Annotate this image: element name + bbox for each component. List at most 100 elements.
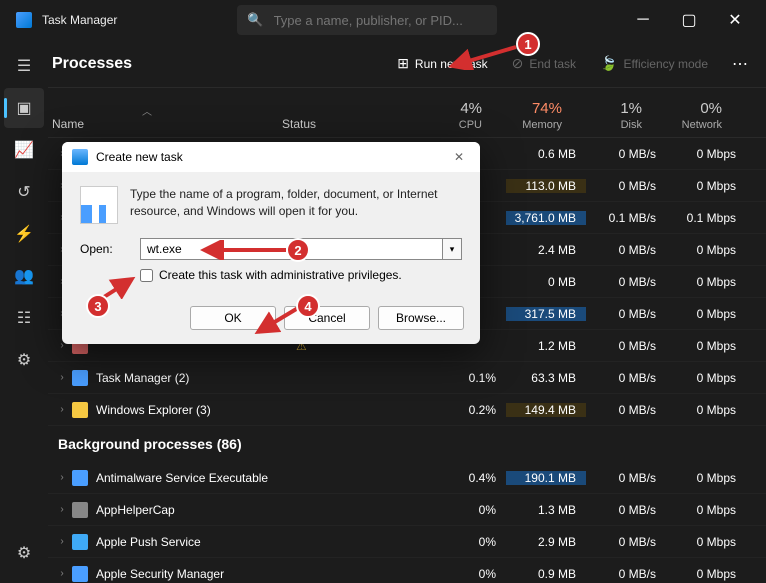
network-cell: 0 Mbps xyxy=(666,275,746,289)
maximize-button[interactable]: ▢ xyxy=(666,0,712,40)
cpu-cell: 0.1% xyxy=(426,371,506,385)
memory-cell: 2.9 MB xyxy=(506,535,586,549)
process-icon xyxy=(72,470,88,486)
cpu-cell: 0.2% xyxy=(426,403,506,417)
nav-settings[interactable]: ⚙ xyxy=(4,533,44,573)
search-icon: 🔍 xyxy=(247,12,263,28)
col-name[interactable]: ︿ Name xyxy=(52,117,282,131)
dialog-close-button[interactable]: ✕ xyxy=(448,150,470,164)
nav-services[interactable]: ⚙ xyxy=(4,340,44,380)
process-icon xyxy=(72,534,88,550)
sort-indicator: ︿ xyxy=(142,103,152,118)
process-name: Windows Explorer (3) xyxy=(96,403,296,417)
network-cell: 0 Mbps xyxy=(666,503,746,517)
table-row[interactable]: ›Apple Push Service0%2.9 MB0 MB/s0 Mbps xyxy=(48,526,766,558)
memory-cell: 113.0 MB xyxy=(506,179,586,193)
chevron-right-icon[interactable]: › xyxy=(52,404,72,415)
memory-cell: 0 MB xyxy=(506,275,586,289)
memory-cell: 0.9 MB xyxy=(506,567,586,581)
nav-hamburger[interactable]: ☰ xyxy=(4,46,44,86)
open-dropdown-button[interactable]: ▾ xyxy=(442,238,462,260)
process-name: Apple Push Service xyxy=(96,535,296,549)
process-name: Task Manager (2) xyxy=(96,371,296,385)
memory-cell: 1.3 MB xyxy=(506,503,586,517)
disk-cell: 0 MB/s xyxy=(586,403,666,417)
disk-cell: 0 MB/s xyxy=(586,275,666,289)
table-row[interactable]: › Task Manager (2) 0.1%63.3 MB0 MB/s0 Mbps xyxy=(48,362,766,394)
app-title: Task Manager xyxy=(42,13,117,27)
disk-cell: 0 MB/s xyxy=(586,179,666,193)
run-task-icon: ⊞ xyxy=(397,55,409,72)
disk-cell: 0.1 MB/s xyxy=(586,211,666,225)
disk-cell: 0 MB/s xyxy=(586,243,666,257)
network-cell: 0 Mbps xyxy=(666,243,746,257)
table-row[interactable]: ›Apple Security Manager0%0.9 MB0 MB/s0 M… xyxy=(48,558,766,583)
col-disk[interactable]: 1%Disk xyxy=(572,100,652,131)
background-group-header: Background processes (86) xyxy=(48,426,766,462)
chevron-right-icon[interactable]: › xyxy=(52,536,72,547)
nav-details[interactable]: ☷ xyxy=(4,298,44,338)
table-row[interactable]: › Windows Explorer (3) 0.2%149.4 MB0 MB/s0… xyxy=(48,394,766,426)
col-cpu[interactable]: 4%CPU xyxy=(412,100,492,131)
chevron-right-icon[interactable]: › xyxy=(52,504,72,515)
cpu-cell: 0% xyxy=(426,503,506,517)
process-icon xyxy=(72,566,88,582)
cpu-cell: 0% xyxy=(426,567,506,581)
efficiency-mode-button[interactable]: 🍃 Efficiency mode xyxy=(590,49,718,78)
network-cell: 0 Mbps xyxy=(666,371,746,385)
nav-history[interactable]: ↺ xyxy=(4,172,44,212)
app-icon xyxy=(16,12,32,28)
memory-cell: 190.1 MB xyxy=(506,471,586,485)
leaf-icon: 🍃 xyxy=(600,55,617,72)
memory-cell: 63.3 MB xyxy=(506,371,586,385)
network-cell: 0 Mbps xyxy=(666,179,746,193)
nav-startup[interactable]: ⚡ xyxy=(4,214,44,254)
chevron-right-icon[interactable]: › xyxy=(52,568,72,579)
nav-users[interactable]: 👥 xyxy=(4,256,44,296)
disk-cell: 0 MB/s xyxy=(586,339,666,353)
network-cell: 0 Mbps xyxy=(666,307,746,321)
titlebar: Task Manager 🔍 ─ ▢ ✕ xyxy=(0,0,766,40)
nav-performance[interactable]: 📈 xyxy=(4,130,44,170)
search-box[interactable]: 🔍 xyxy=(237,5,497,35)
column-headers: ︿ Name Status 4%CPU 74%Memory 1%Disk 0%N… xyxy=(0,88,766,138)
chevron-right-icon[interactable]: › xyxy=(52,372,72,383)
open-label: Open: xyxy=(80,242,130,256)
disk-cell: 0 MB/s xyxy=(586,567,666,581)
left-nav: ☰ ▣ 📈 ↺ ⚡ 👥 ☷ ⚙ ⚙ xyxy=(0,40,48,583)
annotation-3: 3 xyxy=(86,294,110,318)
minimize-button[interactable]: ─ xyxy=(620,0,666,40)
browse-button[interactable]: Browse... xyxy=(378,306,464,330)
disk-cell: 0 MB/s xyxy=(586,371,666,385)
col-memory[interactable]: 74%Memory xyxy=(492,100,572,131)
page-title: Processes xyxy=(52,55,132,73)
nav-processes[interactable]: ▣ xyxy=(4,88,44,128)
disk-cell: 0 MB/s xyxy=(586,535,666,549)
disk-cell: 0 MB/s xyxy=(586,471,666,485)
network-cell: 0 Mbps xyxy=(666,339,746,353)
process-icon xyxy=(72,370,88,386)
dialog-title: Create new task xyxy=(96,150,183,164)
disk-cell: 0 MB/s xyxy=(586,307,666,321)
memory-cell: 3,761.0 MB xyxy=(506,211,586,225)
dialog-description: Type the name of a program, folder, docu… xyxy=(130,186,462,224)
close-button[interactable]: ✕ xyxy=(712,0,758,40)
network-cell: 0 Mbps xyxy=(666,403,746,417)
process-name: Antimalware Service Executable xyxy=(96,471,296,485)
admin-label: Create this task with administrative pri… xyxy=(159,268,402,282)
disk-cell: 0 MB/s xyxy=(586,147,666,161)
col-status[interactable]: Status xyxy=(282,117,412,131)
network-cell: 0 Mbps xyxy=(666,147,746,161)
window-controls: ─ ▢ ✕ xyxy=(620,0,758,40)
process-icon xyxy=(72,402,88,418)
search-input[interactable] xyxy=(274,13,488,28)
more-button[interactable]: ⋯ xyxy=(722,48,758,80)
chevron-right-icon[interactable]: › xyxy=(52,472,72,483)
memory-cell: 317.5 MB xyxy=(506,307,586,321)
process-name: AppHelperCap xyxy=(96,503,296,517)
table-row[interactable]: ›AppHelperCap0%1.3 MB0 MB/s0 Mbps xyxy=(48,494,766,526)
memory-cell: 149.4 MB xyxy=(506,403,586,417)
admin-checkbox[interactable] xyxy=(140,269,153,282)
table-row[interactable]: ›Antimalware Service Executable0.4%190.1… xyxy=(48,462,766,494)
col-network[interactable]: 0%Network xyxy=(652,100,732,131)
